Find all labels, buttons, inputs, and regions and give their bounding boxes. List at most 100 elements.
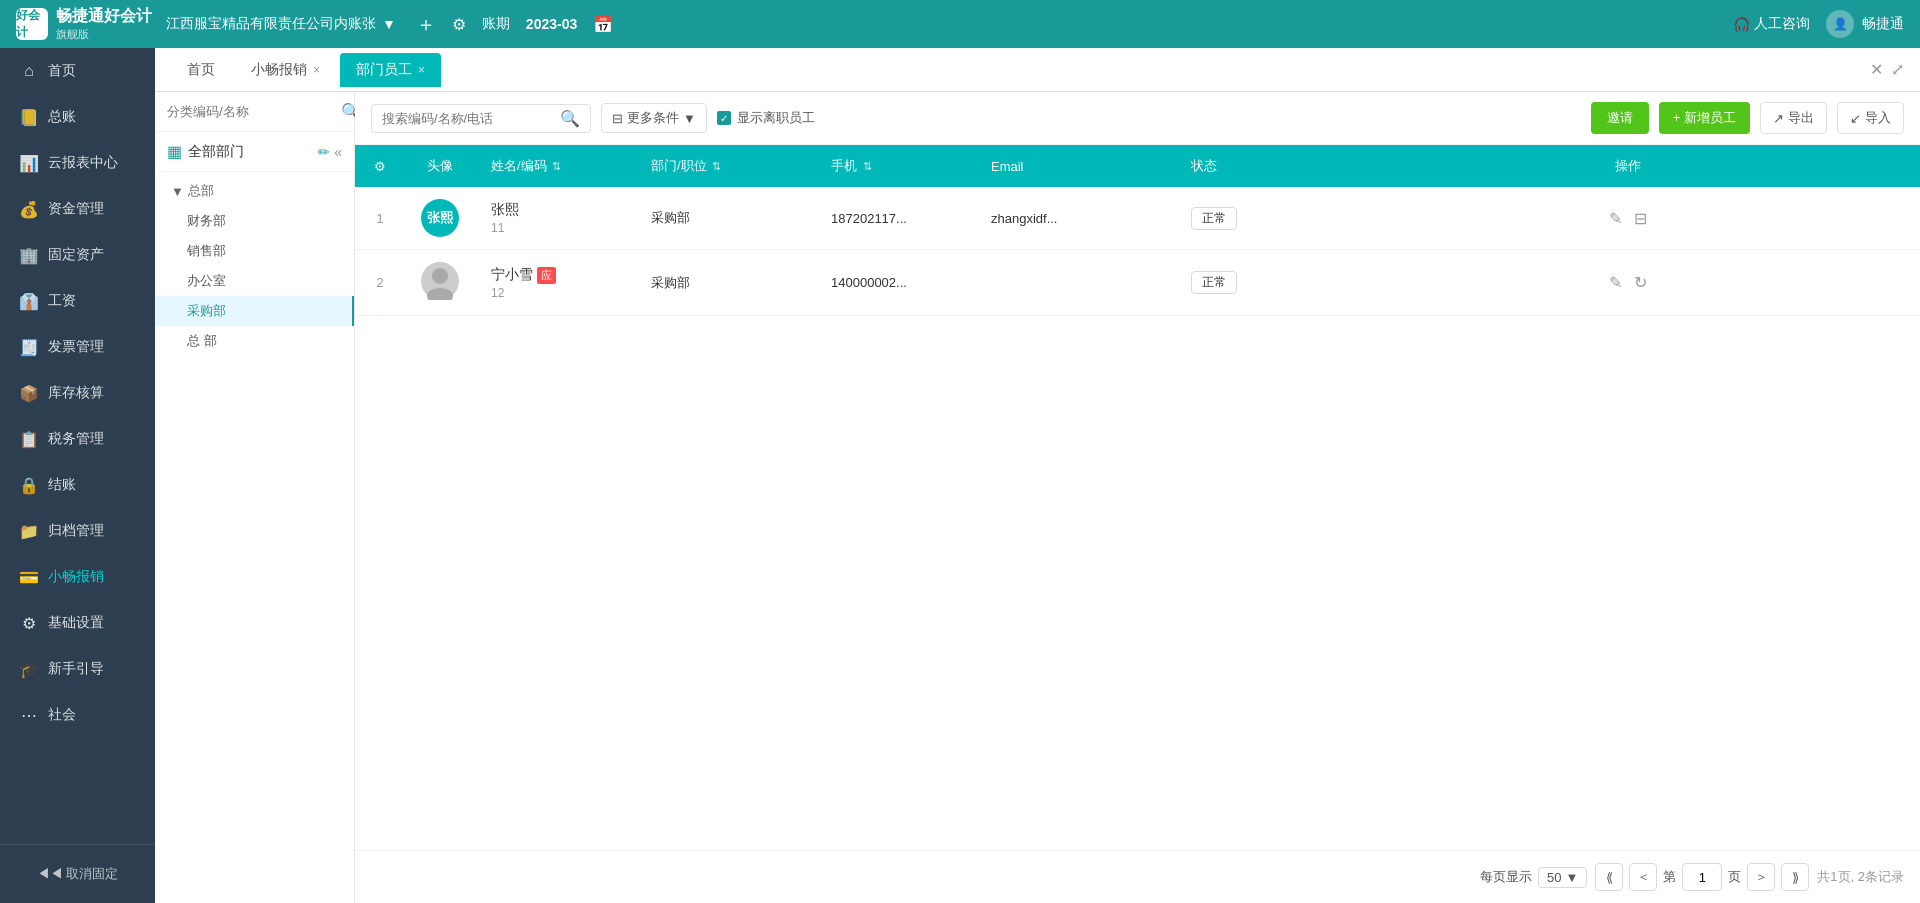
app-tag-2: 应 bbox=[537, 267, 556, 284]
edit-button-1[interactable]: ✎ bbox=[1609, 209, 1622, 228]
sidebar: ⌂ 首页 📒 总账 📊 云报表中心 💰 资金管理 🏢 固定资产 👔 工资 🧾 发… bbox=[0, 48, 155, 903]
action-buttons-2: ✎↻ bbox=[1351, 273, 1904, 292]
tab-dept-close[interactable]: × bbox=[418, 63, 425, 77]
user-area[interactable]: 👤 畅捷通 bbox=[1826, 10, 1904, 38]
guide-icon: 🎓 bbox=[20, 660, 38, 678]
dept-item-purchase[interactable]: 采购部 bbox=[155, 296, 354, 326]
sidebar-item-ledger[interactable]: 📒 总账 bbox=[0, 94, 155, 140]
company-name: 江西服宝精品有限责任公司内账张 bbox=[166, 15, 376, 33]
per-page-dropdown[interactable]: 50 ▼ bbox=[1538, 867, 1587, 888]
sidebar-label-more: 社会 bbox=[48, 706, 76, 724]
tab-dept-employee[interactable]: 部门员工 × bbox=[340, 53, 441, 87]
sidebar-label-reports: 云报表中心 bbox=[48, 154, 118, 172]
expand-icon[interactable]: ⤢ bbox=[1891, 60, 1904, 79]
employee-search-input[interactable] bbox=[382, 111, 554, 126]
employee-name-1: 张熙 bbox=[491, 201, 619, 219]
import-icon: ↙ bbox=[1850, 111, 1861, 126]
import-button[interactable]: ↙ 导入 bbox=[1837, 102, 1904, 134]
export-icon: ↗ bbox=[1773, 111, 1784, 126]
sidebar-item-invoice[interactable]: 🧾 发票管理 bbox=[0, 324, 155, 370]
col-email: Email bbox=[975, 145, 1175, 187]
import-label: 导入 bbox=[1865, 109, 1891, 127]
dept-panel: 🔍 ▦ 全部部门 ✏ « ▼ 总部 bbox=[155, 92, 355, 903]
tab-home[interactable]: 首页 bbox=[171, 53, 231, 87]
dept-item-finance[interactable]: 财务部 bbox=[155, 206, 354, 236]
first-page-button[interactable]: ⟪ bbox=[1595, 863, 1623, 891]
sidebar-item-payroll[interactable]: 👔 工资 bbox=[0, 278, 155, 324]
sidebar-item-closing[interactable]: 🔒 结账 bbox=[0, 462, 155, 508]
close-all-tabs-icon[interactable]: ✕ bbox=[1870, 60, 1883, 79]
dept-collapse-icon[interactable]: « bbox=[334, 144, 342, 160]
cancel-pin-button[interactable]: ◀◀ 取消固定 bbox=[0, 855, 155, 893]
col-settings[interactable]: ⚙ bbox=[355, 145, 405, 187]
dept-sales-label: 销售部 bbox=[187, 243, 226, 258]
sidebar-item-assets[interactable]: 🏢 固定资产 bbox=[0, 232, 155, 278]
table-row: 1张熙张熙11采购部187202117...zhangxidf...正常✎⊟ bbox=[355, 187, 1920, 250]
all-dept-icon: ▦ bbox=[167, 142, 182, 161]
export-button[interactable]: ↗ 导出 bbox=[1760, 102, 1827, 134]
filter-button[interactable]: ⊟ 更多条件 ▼ bbox=[601, 103, 707, 133]
page-number-input[interactable] bbox=[1682, 863, 1722, 891]
app-sub: 旗舰版 bbox=[56, 27, 152, 42]
sidebar-item-tax[interactable]: 📋 税务管理 bbox=[0, 416, 155, 462]
reset-button-2[interactable]: ↻ bbox=[1634, 273, 1647, 292]
payroll-icon: 👔 bbox=[20, 292, 38, 310]
employee-code-2: 12 bbox=[491, 286, 619, 300]
dept-group-hq-header[interactable]: ▼ 总部 bbox=[155, 176, 354, 206]
employee-data-table: ⚙ 头像 姓名/编码 ⇅ 部门/职位 ⇅ bbox=[355, 145, 1920, 316]
dept-item-sales[interactable]: 销售部 bbox=[155, 236, 354, 266]
logout-button-1[interactable]: ⊟ bbox=[1634, 209, 1647, 228]
ledger-icon: 📒 bbox=[20, 108, 38, 126]
sidebar-item-archive[interactable]: 📁 归档管理 bbox=[0, 508, 155, 554]
col-avatar: 头像 bbox=[405, 145, 475, 187]
company-selector[interactable]: 江西服宝精品有限责任公司内账张 ▼ bbox=[166, 15, 396, 33]
employee-search-icon[interactable]: 🔍 bbox=[560, 109, 580, 128]
sidebar-label-expense: 小畅报销 bbox=[48, 568, 104, 586]
dept-item-office[interactable]: 办公室 bbox=[155, 266, 354, 296]
avatar-1: 张熙 bbox=[421, 199, 459, 237]
toolbar-right: 邀请 + 新增员工 ↗ 导出 ↙ 导入 bbox=[1591, 102, 1904, 134]
next-page-button[interactable]: ＞ bbox=[1747, 863, 1775, 891]
svg-point-0 bbox=[432, 268, 448, 284]
add-button[interactable]: ＋ bbox=[416, 11, 436, 38]
settings-button[interactable]: ⚙ bbox=[452, 15, 466, 34]
invoice-icon: 🧾 bbox=[20, 338, 38, 356]
content-area: 首页 小畅报销 × 部门员工 × ✕ ⤢ 🔍 bbox=[155, 48, 1920, 903]
calendar-icon[interactable]: 📅 bbox=[593, 15, 613, 34]
tab-expense-close[interactable]: × bbox=[313, 63, 320, 77]
add-employee-button[interactable]: + 新增员工 bbox=[1659, 102, 1750, 134]
sidebar-item-guide[interactable]: 🎓 新手引导 bbox=[0, 646, 155, 692]
sidebar-label-guide: 新手引导 bbox=[48, 660, 104, 678]
phone-sort-icon[interactable]: ⇅ bbox=[863, 160, 872, 172]
logo-icon: 好会计 bbox=[16, 8, 48, 40]
service-button[interactable]: 🎧 人工咨询 bbox=[1733, 15, 1810, 33]
prev-page-button[interactable]: ＜ bbox=[1629, 863, 1657, 891]
page-label-pre: 第 bbox=[1663, 868, 1676, 886]
all-dept-header[interactable]: ▦ 全部部门 ✏ « bbox=[155, 132, 354, 172]
name-sort-icon[interactable]: ⇅ bbox=[552, 160, 561, 172]
headphone-icon: 🎧 bbox=[1733, 16, 1750, 32]
sidebar-item-funds[interactable]: 💰 资金管理 bbox=[0, 186, 155, 232]
show-resign-checkbox[interactable]: ✓ bbox=[717, 111, 731, 125]
show-resign-toggle[interactable]: ✓ 显示离职员工 bbox=[717, 109, 815, 127]
sidebar-item-reports[interactable]: 📊 云报表中心 bbox=[0, 140, 155, 186]
dept-item-general-hq[interactable]: 总 部 bbox=[155, 326, 354, 356]
main-layout: ⌂ 首页 📒 总账 📊 云报表中心 💰 资金管理 🏢 固定资产 👔 工资 🧾 发… bbox=[0, 48, 1920, 903]
sidebar-item-inventory[interactable]: 📦 库存核算 bbox=[0, 370, 155, 416]
tab-expense[interactable]: 小畅报销 × bbox=[235, 53, 336, 87]
svg-point-1 bbox=[427, 288, 453, 300]
sidebar-label-archive: 归档管理 bbox=[48, 522, 104, 540]
sidebar-item-settings[interactable]: ⚙ 基础设置 bbox=[0, 600, 155, 646]
sidebar-item-expense[interactable]: 💳 小畅报销 bbox=[0, 554, 155, 600]
invite-button[interactable]: 邀请 bbox=[1591, 102, 1649, 134]
dept-edit-icon[interactable]: ✏ bbox=[318, 144, 330, 160]
last-page-button[interactable]: ⟫ bbox=[1781, 863, 1809, 891]
sidebar-item-home[interactable]: ⌂ 首页 bbox=[0, 48, 155, 94]
dept-sort-icon[interactable]: ⇅ bbox=[712, 160, 721, 172]
sidebar-label-ledger: 总账 bbox=[48, 108, 76, 126]
expense-icon: 💳 bbox=[20, 568, 38, 586]
sidebar-item-more[interactable]: ⋯ 社会 bbox=[0, 692, 155, 738]
dept-search-input[interactable] bbox=[167, 104, 335, 119]
employee-table: ⚙ 头像 姓名/编码 ⇅ 部门/职位 ⇅ bbox=[355, 145, 1920, 850]
edit-button-2[interactable]: ✎ bbox=[1609, 273, 1622, 292]
